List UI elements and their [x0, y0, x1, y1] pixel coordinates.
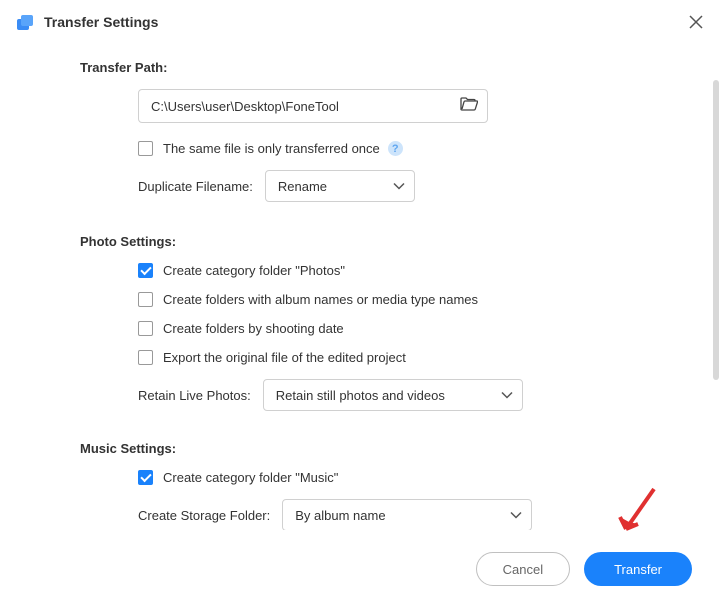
music-storage-value: By album name — [295, 508, 385, 523]
duplicate-filename-row: Duplicate Filename: Rename — [138, 170, 662, 202]
music-settings-label: Music Settings: — [80, 441, 662, 456]
retain-live-select[interactable]: Retain still photos and videos — [263, 379, 523, 411]
dialog-title: Transfer Settings — [44, 14, 686, 30]
browse-folder-icon[interactable] — [460, 96, 478, 116]
transfer-settings-dialog: Transfer Settings Transfer Path: The sam… — [0, 0, 722, 599]
transfer-path-input[interactable] — [138, 89, 488, 123]
photo-date-folders-checkbox[interactable] — [138, 321, 153, 336]
photo-category-row: Create category folder "Photos" — [138, 263, 662, 278]
music-storage-label: Create Storage Folder: — [138, 508, 270, 523]
photo-album-folders-row: Create folders with album names or media… — [138, 292, 662, 307]
close-button[interactable] — [686, 12, 706, 32]
transfer-button-label: Transfer — [614, 562, 662, 577]
same-file-once-checkbox[interactable] — [138, 141, 153, 156]
dialog-content: Transfer Path: The same file is only tra… — [0, 40, 722, 530]
scrollbar-thumb[interactable] — [713, 80, 719, 380]
music-category-label: Create category folder "Music" — [163, 470, 338, 485]
photo-date-folders-label: Create folders by shooting date — [163, 321, 344, 336]
retain-live-label: Retain Live Photos: — [138, 388, 251, 403]
photo-settings-label: Photo Settings: — [80, 234, 662, 249]
duplicate-filename-value: Rename — [278, 179, 327, 194]
photo-export-original-checkbox[interactable] — [138, 350, 153, 365]
duplicate-filename-label: Duplicate Filename: — [138, 179, 253, 194]
transfer-button[interactable]: Transfer — [584, 552, 692, 586]
music-category-checkbox[interactable] — [138, 470, 153, 485]
photo-date-folders-row: Create folders by shooting date — [138, 321, 662, 336]
same-file-once-label: The same file is only transferred once — [163, 141, 380, 156]
cancel-button[interactable]: Cancel — [476, 552, 570, 586]
cancel-button-label: Cancel — [503, 562, 543, 577]
music-category-row: Create category folder "Music" — [138, 470, 662, 485]
photo-settings-section: Photo Settings: Create category folder "… — [80, 234, 662, 411]
transfer-path-field — [138, 89, 488, 123]
music-settings-section: Music Settings: Create category folder "… — [80, 441, 662, 530]
same-file-once-row: The same file is only transferred once ? — [138, 141, 662, 156]
photo-category-checkbox[interactable] — [138, 263, 153, 278]
duplicate-filename-select-wrap: Rename — [265, 170, 415, 202]
photo-export-original-row: Export the original file of the edited p… — [138, 350, 662, 365]
help-icon[interactable]: ? — [388, 141, 403, 156]
retain-live-select-wrap: Retain still photos and videos — [263, 379, 523, 411]
dialog-footer: Cancel Transfer — [0, 539, 722, 599]
photo-category-label: Create category folder "Photos" — [163, 263, 345, 278]
music-storage-row: Create Storage Folder: By album name — [138, 499, 662, 530]
photo-album-folders-checkbox[interactable] — [138, 292, 153, 307]
music-storage-select-wrap: By album name — [282, 499, 532, 530]
dialog-header: Transfer Settings — [0, 0, 722, 40]
photo-export-original-label: Export the original file of the edited p… — [163, 350, 406, 365]
retain-live-row: Retain Live Photos: Retain still photos … — [138, 379, 662, 411]
duplicate-filename-select[interactable]: Rename — [265, 170, 415, 202]
app-icon — [16, 13, 34, 31]
music-storage-select[interactable]: By album name — [282, 499, 532, 530]
retain-live-value: Retain still photos and videos — [276, 388, 445, 403]
photo-album-folders-label: Create folders with album names or media… — [163, 292, 478, 307]
transfer-path-section-label: Transfer Path: — [80, 60, 662, 75]
